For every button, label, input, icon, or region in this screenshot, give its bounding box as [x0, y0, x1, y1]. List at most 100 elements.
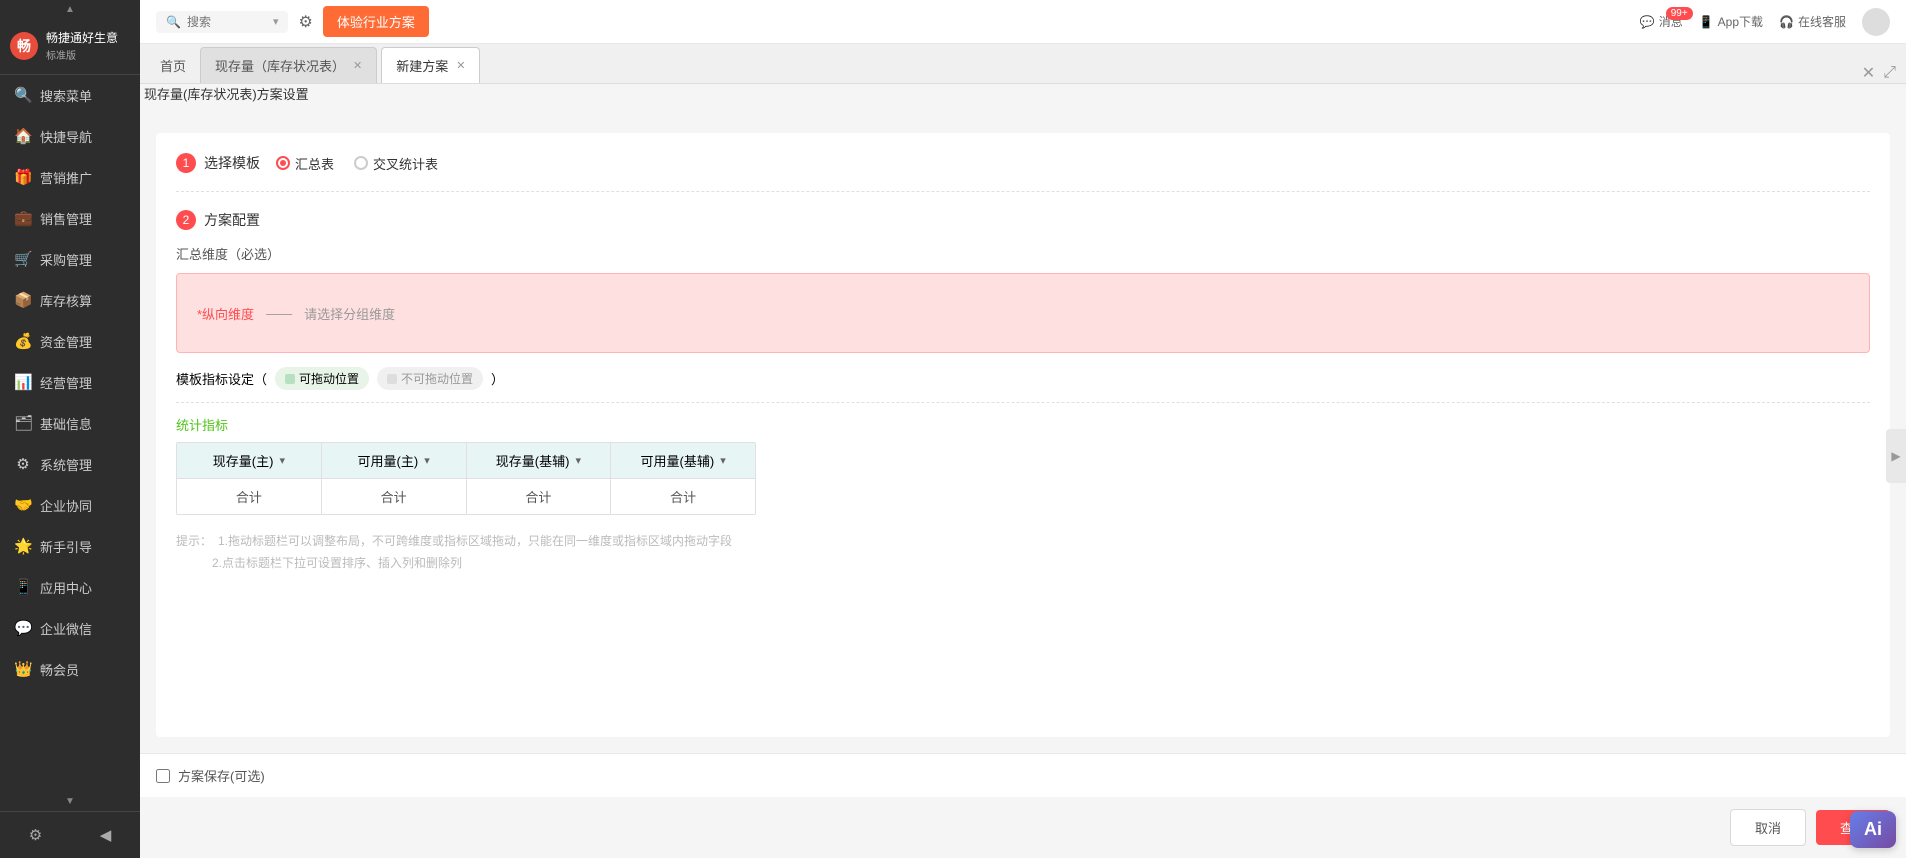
tab-home[interactable]: 首页	[150, 48, 196, 83]
search-dropdown-icon[interactable]: ▾	[273, 15, 279, 28]
sidebar-item-guide[interactable]: 🌟 新手引导	[0, 526, 140, 567]
radio-cross-label: 交叉统计表	[373, 154, 438, 173]
not-draggable-dot	[387, 374, 397, 384]
headset-icon: 🎧	[1779, 15, 1794, 29]
radio-summary-dot	[280, 160, 286, 166]
marketing-icon: 🎁	[14, 168, 32, 186]
draggable-dot	[285, 374, 295, 384]
cancel-button[interactable]: 取消	[1730, 809, 1806, 846]
not-draggable-indicator: 不可拖动位置	[377, 367, 483, 390]
tab-inventory-label: 现存量（库存状况表）	[215, 56, 345, 75]
sales-icon: 💼	[14, 209, 32, 227]
search-input[interactable]	[187, 15, 267, 29]
stats-col-3: 可用量(基辅) ▾	[611, 443, 755, 478]
window-controls: ✕ ⤢	[1862, 63, 1896, 83]
sidebar-item-marketing[interactable]: 🎁营销推广	[0, 157, 140, 198]
expand-icon[interactable]: ⤢	[1883, 64, 1896, 82]
sidebar-label-purchase: 采购管理	[40, 250, 92, 269]
phone-icon: 📱	[1699, 15, 1714, 29]
col3-chevron-icon[interactable]: ▾	[720, 454, 726, 467]
radio-cross[interactable]: 交叉统计表	[354, 154, 438, 173]
topbar: 🔍 ▾ ⚙ 体验行业方案 💬 消息 99+ 📱 App下载 🎧 在线客服	[140, 0, 1906, 44]
config-panel: 1 选择模板 汇总表 交叉统计表	[156, 133, 1890, 737]
quick-nav-icon: 🏠	[14, 127, 32, 145]
sidebar-label-basic: 基础信息	[40, 414, 92, 433]
app-download-button[interactable]: 📱 App下载	[1699, 13, 1763, 30]
user-avatar[interactable]	[1862, 8, 1890, 36]
gear-icon[interactable]: ⚙	[298, 12, 312, 32]
sidebar-item-quick-nav[interactable]: 🏠快捷导航	[0, 116, 140, 157]
right-panel-toggle[interactable]: ▶	[1886, 429, 1906, 483]
save-label: 方案保存(可选)	[178, 766, 265, 785]
app-logo-icon: 畅	[10, 32, 38, 60]
sidebar-item-operations[interactable]: 📊 经营管理	[0, 362, 140, 403]
sidebar-item-search[interactable]: 🔍搜索菜单	[0, 75, 140, 116]
sidebar-label-inventory: 库存核算	[40, 291, 92, 310]
inventory-icon: 📦	[14, 291, 32, 309]
member-icon: 👑	[14, 660, 32, 678]
step2-title: 2 方案配置	[176, 210, 1870, 230]
step1-section: 1 选择模板 汇总表 交叉统计表	[176, 153, 1870, 173]
sidebar-item-finance[interactable]: 💰资金管理	[0, 321, 140, 362]
trial-button[interactable]: 体验行业方案	[323, 6, 429, 37]
tab-new-plan-close-icon[interactable]: ✕	[456, 59, 465, 72]
sidebar-label-operations: 经营管理	[40, 373, 92, 392]
dimension-label: *纵向维度	[197, 304, 254, 323]
dimension-placeholder[interactable]: 请选择分组维度	[304, 304, 395, 323]
search-bar[interactable]: 🔍 ▾	[156, 11, 288, 33]
sidebar-bottom: ⚙ ◀	[0, 811, 140, 858]
sidebar-scroll-down[interactable]: ▼	[0, 792, 140, 811]
tips-section: 提示： 1.拖动标题栏可以调整布局，不可跨维度或指标区域拖动，只能在同一维度或指…	[176, 531, 1870, 574]
stats-col-0: 现存量(主) ▾	[177, 443, 322, 478]
search-icon: 🔍	[14, 86, 32, 104]
wechat-icon: 💬	[14, 619, 32, 637]
sidebar-item-purchase[interactable]: 🛒采购管理	[0, 239, 140, 280]
tab-inventory-status[interactable]: 现存量（库存状况表） ✕	[200, 47, 377, 83]
coop-icon: 🤝	[14, 496, 32, 514]
stats-cell-3: 合计	[611, 479, 755, 514]
sidebar-label-system: 系统管理	[40, 455, 92, 474]
page-breadcrumb: 现存量(库存状况表)方案设置	[140, 84, 1906, 103]
stats-col-2: 现存量(基辅) ▾	[467, 443, 612, 478]
settings-bottom-icon[interactable]: ⚙	[23, 820, 48, 850]
messages-button[interactable]: 💬 消息 99+	[1640, 13, 1683, 30]
sidebar-item-member[interactable]: 👑畅会员	[0, 649, 140, 690]
ai-badge[interactable]: Ai	[1850, 811, 1896, 848]
stats-cell-0: 合计	[177, 479, 322, 514]
app-edition: 标准版	[46, 47, 118, 62]
col0-chevron-icon[interactable]: ▾	[279, 454, 285, 467]
operations-icon: 📊	[14, 373, 32, 391]
dimension-row: *纵向维度 —— 请选择分组维度	[197, 304, 395, 323]
tabbar: 首页 现存量（库存状况表） ✕ 新建方案 ✕ ✕ ⤢	[140, 44, 1906, 84]
sidebar-item-coop[interactable]: 🤝企业协同	[0, 485, 140, 526]
radio-summary[interactable]: 汇总表	[276, 154, 334, 173]
minimize-icon[interactable]: ✕	[1862, 63, 1875, 83]
sidebar-item-sales[interactable]: 💼销售管理	[0, 198, 140, 239]
topbar-right: 💬 消息 99+ 📱 App下载 🎧 在线客服	[1640, 8, 1890, 36]
guide-icon: 🌟	[14, 537, 32, 555]
sidebar-label-appstore: 应用中心	[40, 578, 92, 597]
template-radio-group: 汇总表 交叉统计表	[276, 154, 438, 173]
sidebar-scroll-up[interactable]: ▲	[0, 0, 140, 19]
sidebar-item-wechat[interactable]: 💬企业微信	[0, 608, 140, 649]
col1-chevron-icon[interactable]: ▾	[424, 454, 430, 467]
sidebar-item-inventory[interactable]: 📦 库存核算	[0, 280, 140, 321]
tab-new-plan[interactable]: 新建方案 ✕	[381, 47, 480, 83]
tab-inventory-close-icon[interactable]: ✕	[353, 59, 362, 72]
stats-table-header: 现存量(主) ▾ 可用量(主) ▾ 现存量(基辅) ▾	[177, 443, 755, 479]
save-checkbox[interactable]	[156, 769, 170, 783]
message-icon: 💬	[1640, 15, 1655, 29]
col2-chevron-icon[interactable]: ▾	[575, 454, 581, 467]
dimension-box: *纵向维度 —— 请选择分组维度	[176, 273, 1870, 353]
sidebar-item-basic[interactable]: 🗂 基础信息	[0, 403, 140, 444]
online-service-button[interactable]: 🎧 在线客服	[1779, 13, 1846, 30]
step2-section: 2 方案配置 汇总维度（必选） *纵向维度 —— 请选择分组维度	[176, 210, 1870, 574]
sidebar-item-system[interactable]: ⚙系统管理	[0, 444, 140, 485]
dimension-dash: ——	[266, 306, 292, 321]
collapse-icon[interactable]: ◀	[94, 820, 118, 850]
sidebar-label-guide: 新手引导	[40, 537, 92, 556]
basic-icon: 🗂	[14, 414, 32, 432]
sidebar-item-appstore[interactable]: 📱应用中心	[0, 567, 140, 608]
step1-label: 选择模板	[204, 153, 260, 173]
footer-save: 方案保存(可选)	[140, 753, 1906, 797]
